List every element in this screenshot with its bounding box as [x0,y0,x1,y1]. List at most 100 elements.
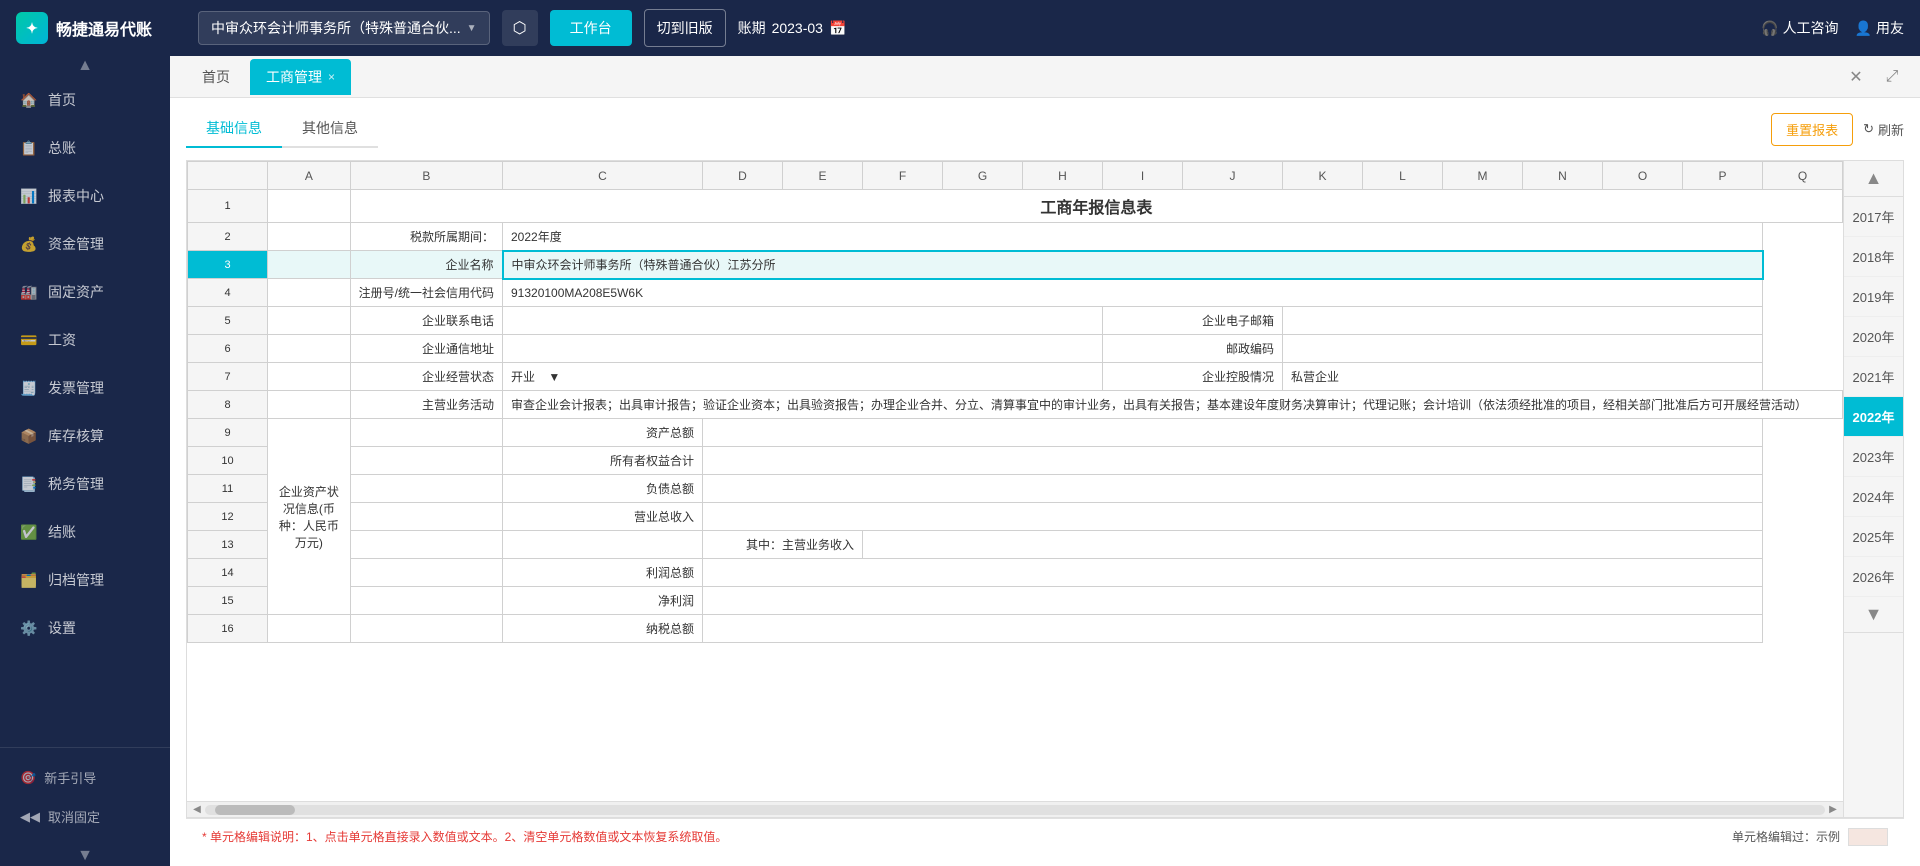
cell-7-a[interactable] [268,363,351,391]
old-version-button[interactable]: 切到旧版 [644,9,726,47]
cell-6-k[interactable] [1283,335,1763,363]
cell-14-d[interactable] [703,559,1763,587]
headset-icon: 🎧 [1761,20,1778,37]
cell-15-b[interactable] [350,587,502,615]
cell-7-c[interactable]: 开业 ▼ [503,363,1103,391]
cell-15-d[interactable] [703,587,1763,615]
cell-1-a[interactable] [268,190,351,223]
year-item-2017[interactable]: 2017年 [1844,197,1903,237]
sidebar-scroll-down[interactable]: ▼ [0,846,170,866]
cell-14-b[interactable] [350,559,502,587]
cell-16-b[interactable] [350,615,502,643]
sidebar-scroll-up[interactable]: ▲ [0,56,170,76]
unpin-label: 取消固定 [48,807,100,826]
col-j: J [1183,162,1283,190]
sidebar-item-archive[interactable]: 🗂️ 归档管理 [0,556,170,604]
cell-2-a[interactable] [268,223,351,251]
refresh-button[interactable]: ↻ 刷新 [1863,120,1904,139]
row-num-13: 13 [188,531,268,559]
scroll-thumb[interactable] [215,805,295,815]
user-area[interactable]: 👤 用友 [1855,18,1904,38]
sidebar-item-invoice[interactable]: 🧾 发票管理 [0,364,170,412]
year-item-2020[interactable]: 2020年 [1844,317,1903,357]
cell-2-c[interactable]: 2022年度 [503,223,1763,251]
sub-tab-basic[interactable]: 基础信息 [186,110,282,148]
sidebar-item-tax[interactable]: 📑 税务管理 [0,460,170,508]
cell-13-b[interactable] [350,531,502,559]
workbench-button[interactable]: 工作台 [550,10,632,46]
tab-home[interactable]: 首页 [186,59,246,95]
cell-11-b[interactable] [350,475,502,503]
cell-12-d[interactable] [703,503,1763,531]
cell-16-a[interactable] [268,615,351,643]
cell-16-d[interactable] [703,615,1763,643]
sidebar-item-home[interactable]: 🏠 首页 [0,76,170,124]
sidebar-item-closing[interactable]: ✅ 结账 [0,508,170,556]
year-item-2021[interactable]: 2021年 [1844,357,1903,397]
year-item-2018[interactable]: 2018年 [1844,237,1903,277]
reset-report-button[interactable]: 重置报表 [1771,113,1853,146]
cell-5-c[interactable] [503,307,1103,335]
cell-8-a[interactable] [268,391,351,419]
company-name: 中审众环会计师事务所（特殊普通合伙... [211,18,461,38]
cell-13-c[interactable] [503,531,703,559]
table-row: 4 注册号/统一社会信用代码 91320100MA208E5W6K [188,279,1843,307]
sidebar-item-inventory[interactable]: 📦 库存核算 [0,412,170,460]
year-panel-up[interactable]: ▲ [1844,161,1903,197]
calendar-icon[interactable]: 📅 [829,20,846,37]
year-item-2026[interactable]: 2026年 [1844,557,1903,597]
year-panel-down[interactable]: ▼ [1844,597,1903,633]
cell-12-b[interactable] [350,503,502,531]
cell-9-b[interactable] [350,419,502,447]
cell-10-b[interactable] [350,447,502,475]
tab-commerce[interactable]: 工商管理 × [250,59,351,95]
year-item-2019[interactable]: 2019年 [1844,277,1903,317]
tab-close-icon[interactable]: × [328,70,335,84]
sidebar-label-home: 首页 [48,90,76,110]
cell-3-a[interactable] [268,251,351,279]
cell-5-k[interactable] [1283,307,1763,335]
scroll-left-arrow[interactable]: ◀ [189,802,205,818]
archive-icon: 🗂️ [20,571,38,589]
sidebar-unpin[interactable]: ◀◀ 取消固定 [0,797,170,836]
spreadsheet-scroll-area[interactable]: A B C D E F G H I J [187,161,1843,801]
company-info-icon[interactable]: ⬡ [502,10,538,46]
cell-7-q[interactable]: 私营企业 [1283,363,1763,391]
corner-cell [188,162,268,190]
col-n: N [1523,162,1603,190]
cell-10-d[interactable] [703,447,1763,475]
cell-4-a[interactable] [268,279,351,307]
sidebar-item-settings[interactable]: ⚙️ 设置 [0,604,170,652]
scroll-track[interactable] [205,805,1825,815]
company-selector[interactable]: 中审众环会计师事务所（特殊普通合伙... ▼ [198,11,490,45]
sidebar-item-asset[interactable]: 🏭 固定资产 [0,268,170,316]
tab-close-button[interactable]: ✕ [1844,65,1868,89]
cell-4-c[interactable]: 91320100MA208E5W6K [503,279,1763,307]
year-item-2024[interactable]: 2024年 [1844,477,1903,517]
cell-11-d[interactable] [703,475,1763,503]
sub-tab-other-label: 其他信息 [302,120,358,136]
sub-tab-other[interactable]: 其他信息 [282,110,378,148]
cell-9-d[interactable] [703,419,1763,447]
sidebar-item-ledger[interactable]: 📋 总账 [0,124,170,172]
cell-6-c[interactable] [503,335,1103,363]
cell-13-f[interactable] [863,531,1763,559]
unpin-icon: ◀◀ [20,809,40,825]
cell-3-c[interactable]: 中审众环会计师事务所（特殊普通合伙）江苏分所 [503,251,1763,279]
cell-8-c[interactable]: 审查企业会计报表；出具审计报告；验证企业资本；出具验资报告；办理企业合并、分立、… [503,391,1843,419]
horizontal-scrollbar[interactable]: ◀ ▶ [187,801,1843,817]
sidebar-item-report[interactable]: 📊 报表中心 [0,172,170,220]
sidebar-item-salary[interactable]: 💳 工资 [0,316,170,364]
year-item-2023[interactable]: 2023年 [1844,437,1903,477]
consult-button[interactable]: 🎧 人工咨询 [1761,18,1838,38]
tab-expand-button[interactable]: ⤢ [1880,65,1904,89]
period-label: 账期 [738,18,766,38]
year-item-2022[interactable]: 2022年 [1844,397,1903,437]
cell-6-a[interactable] [268,335,351,363]
cell-5-a[interactable] [268,307,351,335]
cell-6-b: 企业通信地址 [350,335,502,363]
sidebar-item-fund[interactable]: 💰 资金管理 [0,220,170,268]
scroll-right-arrow[interactable]: ▶ [1825,802,1841,818]
year-item-2025[interactable]: 2025年 [1844,517,1903,557]
sidebar-newbie-guide[interactable]: 🎯 新手引导 [0,758,170,797]
